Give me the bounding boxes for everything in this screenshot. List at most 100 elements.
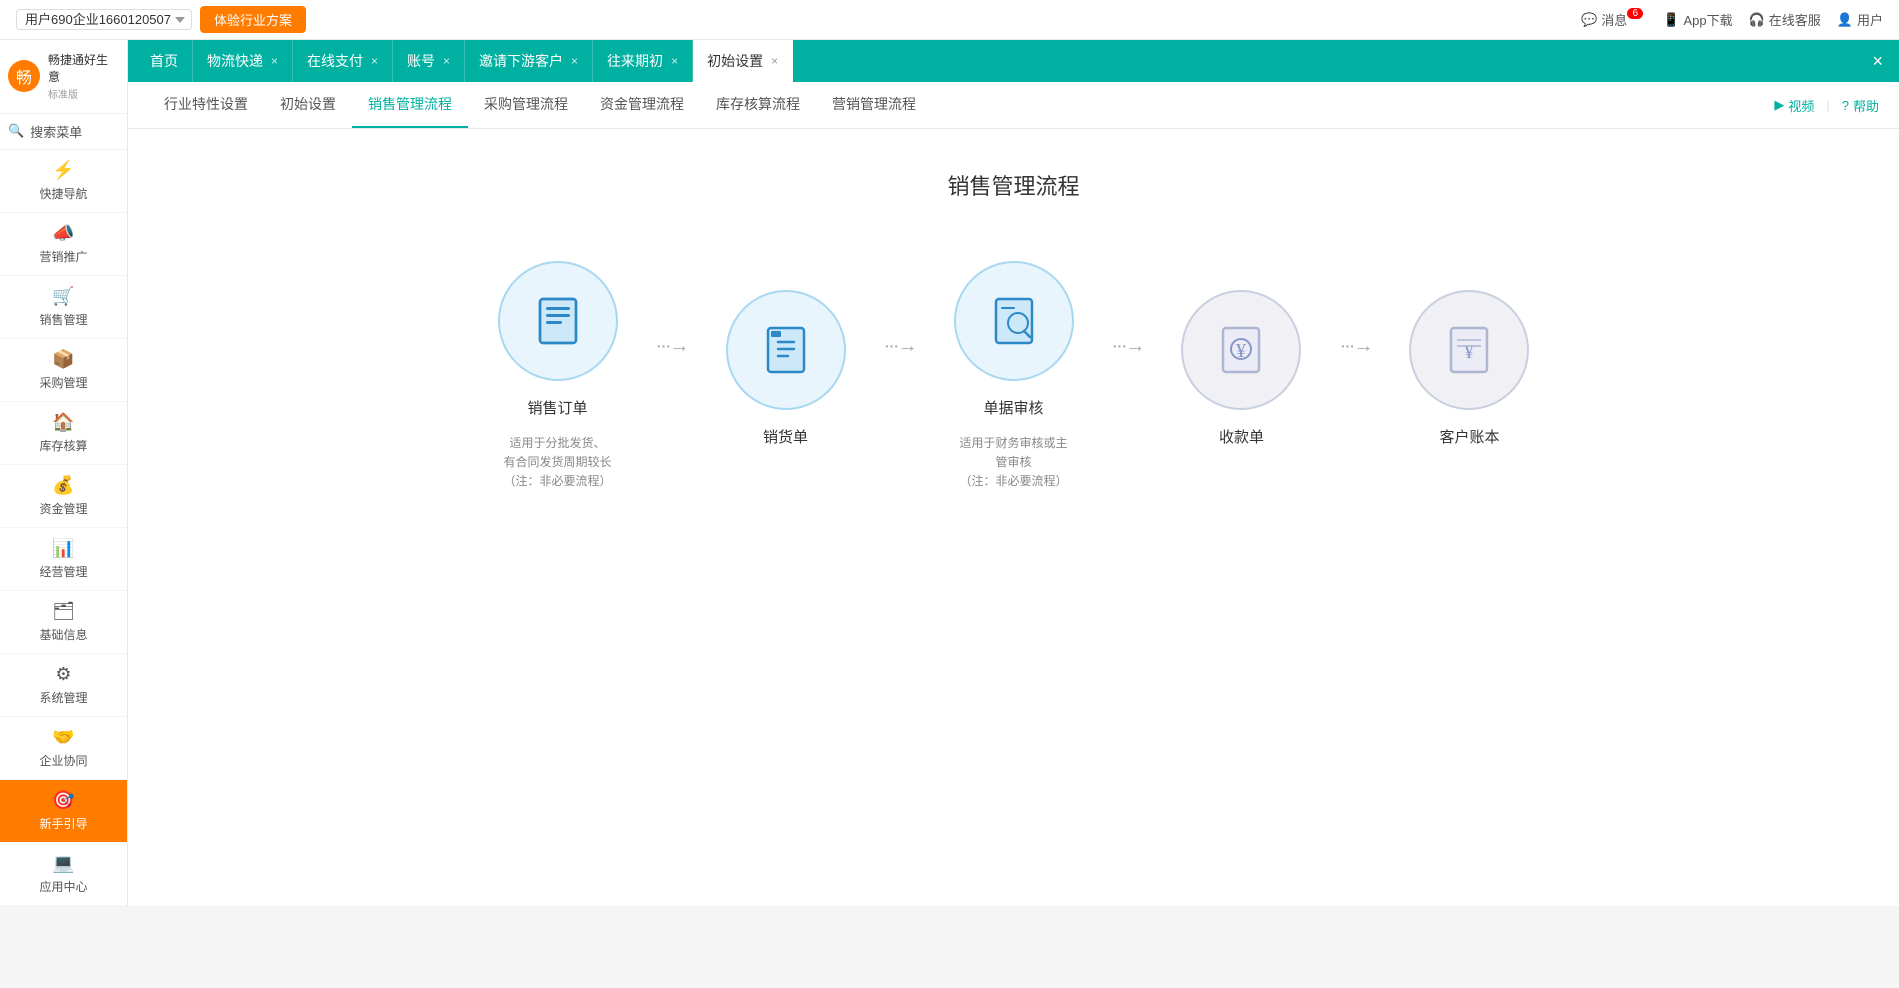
- sidebar-item-sales[interactable]: 🛒 销售管理: [0, 276, 127, 339]
- main-content: 行业特性设置 初始设置 销售管理流程 采购管理流程 资金管理流程 库存核算流程 …: [128, 82, 1899, 906]
- sub-tab-purchase-flow[interactable]: 采购管理流程: [468, 82, 584, 128]
- flow-desc-sales-order: 适用于分批发货、有合同发货周期较长（注：非必要流程）: [504, 434, 612, 492]
- tab-logistics-close[interactable]: ×: [271, 54, 278, 68]
- user-name-label: 用户: [1857, 10, 1883, 29]
- flow-step-account-book[interactable]: ¥ 客户账本: [1379, 290, 1559, 463]
- nav-close-all[interactable]: ×: [1864, 51, 1891, 72]
- logo-text: 畅捷通好生意: [48, 52, 119, 86]
- tab-period-close[interactable]: ×: [671, 54, 678, 68]
- avatar-icon: 👤: [1837, 12, 1853, 28]
- flow-label-account-book: 客户账本: [1439, 426, 1499, 447]
- tab-account-label: 账号: [407, 51, 435, 71]
- app-label: App下载: [1683, 10, 1732, 29]
- inventory-icon: 🏠: [52, 412, 74, 433]
- basic-label: 基础信息: [39, 626, 87, 643]
- message-item[interactable]: 💬 消息 6: [1581, 10, 1647, 29]
- tab-period-label: 往来期初: [607, 51, 663, 71]
- sub-tab-marketing-flow[interactable]: 营销管理流程: [816, 82, 932, 128]
- enterprise-label: 企业协同: [39, 752, 87, 769]
- help-icon: ?: [1842, 98, 1849, 113]
- sub-tab-finance-flow[interactable]: 资金管理流程: [584, 82, 700, 128]
- sidebar-item-basic[interactable]: 🗂 基础信息: [0, 591, 127, 654]
- tab-invite[interactable]: 邀请下游客户 ×: [465, 40, 593, 82]
- search-icon: 🔍: [8, 123, 24, 139]
- sub-tab-sales-flow[interactable]: 销售管理流程: [352, 82, 468, 128]
- video-icon: ▶: [1774, 97, 1784, 113]
- purchase-icon: 📦: [52, 349, 74, 370]
- sub-tab-inventory-flow[interactable]: 库存核算流程: [700, 82, 816, 128]
- experience-button[interactable]: 体验行业方案: [200, 6, 306, 33]
- finance-icon: 💰: [52, 475, 74, 496]
- flow-desc-audit: 适用于财务审核或主管审核（注：非必要流程）: [959, 434, 1067, 492]
- sidebar-item-enterprise[interactable]: 🤝 企业协同: [0, 717, 127, 780]
- video-link[interactable]: ▶ 视频: [1774, 96, 1814, 115]
- flow-circle-sales-invoice: [726, 290, 846, 410]
- sub-tab-industry[interactable]: 行业特性设置: [148, 82, 264, 128]
- customer-service-item[interactable]: 🎧 在线客服: [1749, 10, 1821, 29]
- flow-arrow-2: ···→: [884, 335, 916, 418]
- tab-init-close[interactable]: ×: [771, 54, 778, 68]
- message-icon: 💬: [1581, 12, 1597, 28]
- quick-nav-icon: ⚡: [52, 160, 74, 181]
- tab-logistics[interactable]: 物流快递 ×: [193, 40, 293, 82]
- sub-tabs: 行业特性设置 初始设置 销售管理流程 采购管理流程 资金管理流程 库存核算流程 …: [128, 82, 1899, 129]
- content-area: 销售管理流程 销售订单 适用于分批发货、有合同发货周期较长（注：非必要流程）: [128, 129, 1899, 552]
- basic-icon: 🗂: [52, 601, 75, 622]
- flow-arrow-4: ···→: [1339, 335, 1371, 418]
- tab-invite-label: 邀请下游客户: [479, 51, 563, 71]
- sales-icon: 🛒: [52, 286, 74, 307]
- flow-step-sales-invoice[interactable]: 销货单: [696, 290, 876, 463]
- sidebar-item-system[interactable]: ⚙ 系统管理: [0, 654, 127, 717]
- tab-invite-close[interactable]: ×: [571, 54, 578, 68]
- operation-label: 经营管理: [39, 563, 87, 580]
- flow-label-sales-order: 销售订单: [528, 397, 588, 418]
- sidebar-item-purchase[interactable]: 📦 采购管理: [0, 339, 127, 402]
- sidebar-item-inventory[interactable]: 🏠 库存核算: [0, 402, 127, 465]
- service-icon: 🎧: [1749, 12, 1765, 28]
- sidebar-item-app-center[interactable]: 💻 应用中心: [0, 843, 127, 906]
- tab-home-label: 首页: [150, 51, 178, 71]
- message-badge: 6: [1627, 8, 1643, 19]
- sidebar: 畅 畅捷通好生意 标准版 🔍 搜索菜单 ⚡ 快捷导航 📣 营销推广 🛒 销售管理…: [0, 40, 128, 906]
- purchase-label: 采购管理: [39, 374, 87, 391]
- help-label: 帮助: [1853, 96, 1879, 115]
- quick-nav-label: 快捷导航: [39, 185, 87, 202]
- tab-init[interactable]: 初始设置 ×: [693, 40, 793, 82]
- system-icon: ⚙: [55, 664, 71, 685]
- marketing-label: 营销推广: [39, 248, 87, 265]
- flow-step-sales-order[interactable]: 销售订单 适用于分批发货、有合同发货周期较长（注：非必要流程）: [468, 261, 648, 492]
- tab-logistics-label: 物流快递: [207, 51, 263, 71]
- tab-payment-label: 在线支付: [307, 51, 363, 71]
- sidebar-item-marketing[interactable]: 📣 营销推广: [0, 213, 127, 276]
- flow-step-audit[interactable]: 单据审核 适用于财务审核或主管审核（注：非必要流程）: [924, 261, 1104, 492]
- flow-label-receipt: 收款单: [1219, 426, 1264, 447]
- nav-tabs: 首页 物流快递 × 在线支付 × 账号 × 邀请下游客户 × 往来期初 × 初始…: [128, 40, 1899, 82]
- marketing-icon: 📣: [52, 223, 74, 244]
- sidebar-item-guide[interactable]: 🎯 新手引导: [0, 780, 127, 843]
- sub-tab-init[interactable]: 初始设置: [264, 82, 352, 128]
- logo-icon: 畅: [8, 60, 40, 92]
- tab-home[interactable]: 首页: [136, 40, 193, 82]
- flow-label-audit: 单据审核: [983, 397, 1043, 418]
- help-link[interactable]: ? 帮助: [1842, 96, 1879, 115]
- sidebar-item-finance[interactable]: 💰 资金管理: [0, 465, 127, 528]
- tab-account[interactable]: 账号 ×: [393, 40, 465, 82]
- tab-account-close[interactable]: ×: [443, 54, 450, 68]
- sidebar-search[interactable]: 🔍 搜索菜单: [0, 114, 127, 150]
- tab-payment-close[interactable]: ×: [371, 54, 378, 68]
- flow-step-receipt[interactable]: ¥ 收款单: [1151, 290, 1331, 463]
- tab-period[interactable]: 往来期初 ×: [593, 40, 693, 82]
- sidebar-item-operation[interactable]: 📊 经营管理: [0, 528, 127, 591]
- app-download-item[interactable]: 📱 App下载: [1663, 10, 1732, 29]
- logo-text-block: 畅捷通好生意 标准版: [48, 52, 119, 101]
- top-bar: 用户690企业1660120507 体验行业方案 💬 消息 6 📱 App下载 …: [0, 0, 1899, 40]
- tab-payment[interactable]: 在线支付 ×: [293, 40, 393, 82]
- user-select[interactable]: 用户690企业1660120507: [16, 9, 192, 30]
- user-avatar-item[interactable]: 👤 用户: [1837, 10, 1883, 29]
- app-center-icon: 💻: [52, 853, 74, 874]
- sidebar-logo: 畅 畅捷通好生意 标准版: [0, 40, 127, 114]
- sidebar-item-quick-nav[interactable]: ⚡ 快捷导航: [0, 150, 127, 213]
- tab-init-label: 初始设置: [707, 51, 763, 71]
- flow-arrow-3: ···→: [1112, 335, 1144, 418]
- top-bar-left: 用户690企业1660120507 体验行业方案: [16, 6, 306, 33]
